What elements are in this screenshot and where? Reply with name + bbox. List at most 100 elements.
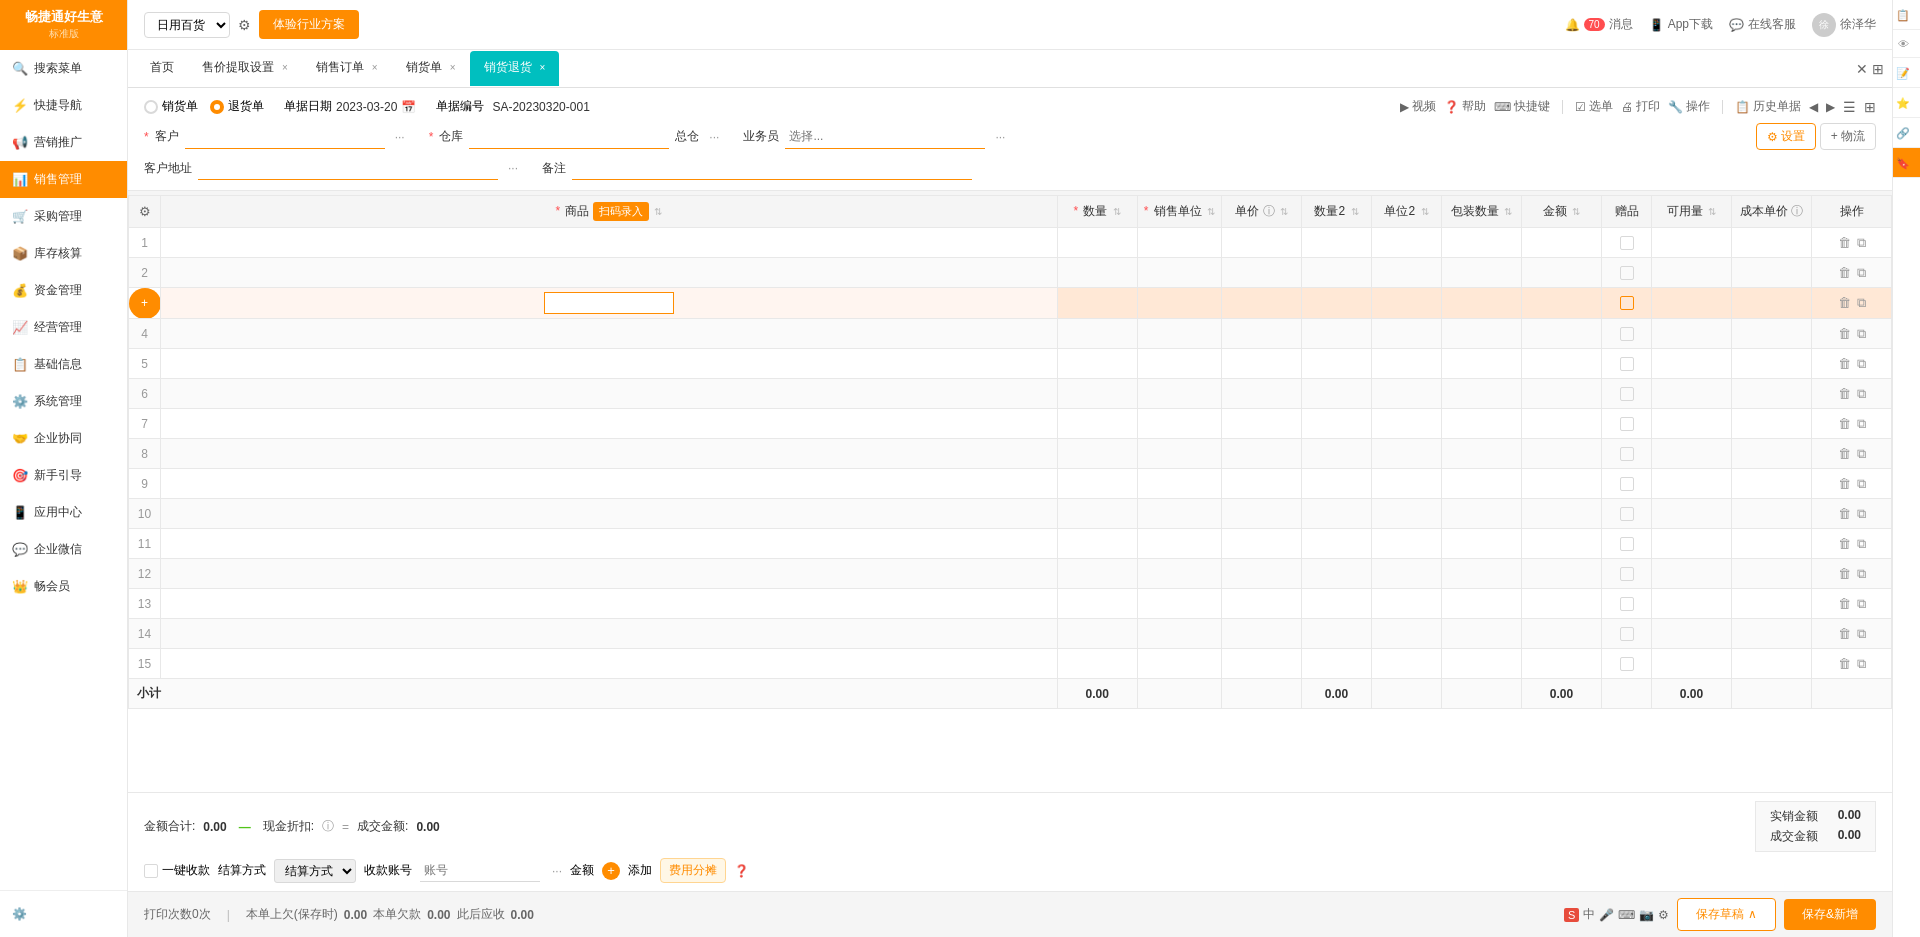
address-input[interactable] xyxy=(198,156,498,180)
delete-icon[interactable]: 🗑 xyxy=(1838,566,1851,582)
add-payment-btn[interactable]: + xyxy=(602,862,620,880)
qty-sort-icon[interactable]: ⇅ xyxy=(1113,206,1121,217)
sidebar-item-operations[interactable]: 📈 经营管理 xyxy=(0,309,127,346)
copy-icon[interactable]: ⧉ xyxy=(1857,356,1866,372)
tab-sale-order[interactable]: 销售订单 × xyxy=(302,51,392,86)
warehouse-more-icon[interactable]: ··· xyxy=(709,130,719,144)
copy-row-2-icon[interactable]: ⧉ xyxy=(1857,265,1866,281)
unit2-cell-3[interactable] xyxy=(1372,288,1442,319)
fee-split-btn[interactable]: 费用分摊 xyxy=(660,858,726,883)
select-btn[interactable]: ☑ 选单 xyxy=(1575,98,1613,115)
delete-icon[interactable]: 🗑 xyxy=(1838,326,1851,342)
delete-icon[interactable]: 🗑 xyxy=(1838,386,1851,402)
tab-sale-return[interactable]: 销货退货 × xyxy=(470,51,560,86)
next-btn[interactable]: ▶ xyxy=(1826,100,1835,114)
address-more-icon[interactable]: ··· xyxy=(508,161,518,175)
pkg-qty-cell-3[interactable] xyxy=(1442,288,1522,319)
copy-icon[interactable]: ⧉ xyxy=(1857,446,1866,462)
qty2-cell-1[interactable] xyxy=(1302,228,1372,258)
gift-cb[interactable] xyxy=(1620,477,1634,491)
gift-cb[interactable] xyxy=(1620,327,1634,341)
gift-cb[interactable] xyxy=(1620,417,1634,431)
qty-cell-3[interactable] xyxy=(1057,288,1137,319)
prev-btn[interactable]: ◀ xyxy=(1809,100,1818,114)
qty-cell-2[interactable] xyxy=(1057,258,1137,288)
rp-btn-2[interactable]: 👁 xyxy=(1893,30,1920,58)
delete-row-3-icon[interactable]: 🗑 xyxy=(1838,295,1851,311)
qty2-cell-3[interactable] xyxy=(1302,288,1372,319)
delete-icon[interactable]: 🗑 xyxy=(1838,446,1851,462)
delete-icon[interactable]: 🗑 xyxy=(1838,476,1851,492)
history-btn[interactable]: 📋 历史单据 xyxy=(1735,98,1801,115)
sale-unit-sort-icon[interactable]: ⇅ xyxy=(1207,206,1215,217)
sale-unit-cell-1[interactable] xyxy=(1137,228,1221,258)
gift-cb[interactable] xyxy=(1620,357,1634,371)
gift-cb[interactable] xyxy=(1620,657,1634,671)
experience-btn[interactable]: 体验行业方案 xyxy=(259,10,359,39)
copy-icon[interactable]: ⧉ xyxy=(1857,416,1866,432)
unit2-cell-2[interactable] xyxy=(1372,258,1442,288)
available-cell-3[interactable] xyxy=(1652,288,1732,319)
pkg-qty-cell-2[interactable] xyxy=(1442,258,1522,288)
delete-icon[interactable]: 🗑 xyxy=(1838,536,1851,552)
sidebar-item-apps[interactable]: 📱 应用中心 xyxy=(0,494,127,531)
tab-sale-delivery-close[interactable]: × xyxy=(450,62,456,73)
cash-discount-info-icon[interactable]: ⓘ xyxy=(322,818,334,835)
add-row-icon[interactable]: + xyxy=(141,296,148,310)
tab-sale-price-close[interactable]: × xyxy=(282,62,288,73)
scan-btn[interactable]: 扫码录入 xyxy=(593,202,649,221)
radio-sale[interactable]: 销货单 xyxy=(144,98,198,115)
product-sort-icon[interactable]: ⇅ xyxy=(654,206,662,217)
delete-icon[interactable]: 🗑 xyxy=(1838,356,1851,372)
gift-checkbox-3[interactable] xyxy=(1620,296,1634,310)
tab-home[interactable]: 首页 xyxy=(136,51,188,86)
copy-icon[interactable]: ⧉ xyxy=(1857,626,1866,642)
unit-price-info-icon[interactable]: ⓘ xyxy=(1263,204,1275,218)
rp-btn-4[interactable]: ⭐ xyxy=(1893,88,1920,118)
notification-btn[interactable]: 🔔 70 消息 xyxy=(1565,16,1633,33)
sidebar-item-purchase[interactable]: 🛒 采购管理 xyxy=(0,198,127,235)
grid-view-icon[interactable]: ⊞ xyxy=(1864,99,1876,115)
gift-checkbox-1[interactable] xyxy=(1620,236,1634,250)
customer-input[interactable] xyxy=(185,125,385,149)
sale-unit-cell-2[interactable] xyxy=(1137,258,1221,288)
copy-icon[interactable]: ⧉ xyxy=(1857,656,1866,672)
gift-cell-3[interactable] xyxy=(1602,288,1652,319)
unit2-cell-1[interactable] xyxy=(1372,228,1442,258)
operate-btn[interactable]: 🔧 操作 xyxy=(1668,98,1710,115)
online-service-btn[interactable]: 💬 在线客服 xyxy=(1729,16,1796,33)
sidebar-item-finance[interactable]: 💰 资金管理 xyxy=(0,272,127,309)
pkg-qty-sort-icon[interactable]: ⇅ xyxy=(1504,206,1512,217)
app-download-btn[interactable]: 📱 App下载 xyxy=(1649,16,1713,33)
sidebar-item-guide[interactable]: 🎯 新手引导 xyxy=(0,457,127,494)
help-btn[interactable]: ❓ 帮助 xyxy=(1444,98,1486,115)
product-cell-1[interactable] xyxy=(161,228,1058,258)
delete-icon[interactable]: 🗑 xyxy=(1838,626,1851,642)
calc-method-select[interactable]: 结算方式 xyxy=(274,859,356,883)
rp-btn-5[interactable]: 🔗 xyxy=(1893,118,1920,148)
note-input[interactable] xyxy=(572,156,972,180)
amount-cell-1[interactable] xyxy=(1522,228,1602,258)
copy-icon[interactable]: ⧉ xyxy=(1857,326,1866,342)
tab-grid-view-btn[interactable]: ⊞ xyxy=(1872,61,1884,77)
amount-cell-2[interactable] xyxy=(1522,258,1602,288)
gift-cb[interactable] xyxy=(1620,597,1634,611)
copy-icon[interactable]: ⧉ xyxy=(1857,476,1866,492)
delete-icon[interactable]: 🗑 xyxy=(1838,596,1851,612)
category-select[interactable]: 日用百货 xyxy=(144,12,230,38)
user-info[interactable]: 徐 徐泽华 xyxy=(1812,13,1876,37)
sidebar-item-wechat[interactable]: 💬 企业微信 xyxy=(0,531,127,568)
date-value[interactable]: 2023-03-20 xyxy=(336,100,397,114)
settings-side-btn[interactable]: ⚙ 设置 xyxy=(1756,123,1816,150)
radio-return[interactable]: 退货单 xyxy=(210,98,264,115)
topbar-gear-icon[interactable]: ⚙ xyxy=(238,17,251,33)
copy-icon[interactable]: ⧉ xyxy=(1857,596,1866,612)
rp-btn-6[interactable]: 🔖 xyxy=(1893,148,1920,178)
customer-more-icon[interactable]: ··· xyxy=(395,130,405,144)
available-cell-1[interactable] xyxy=(1652,228,1732,258)
shortcut-btn[interactable]: ⌨ 快捷键 xyxy=(1494,98,1550,115)
gift-cell-2[interactable] xyxy=(1602,258,1652,288)
gift-cb[interactable] xyxy=(1620,387,1634,401)
copy-icon[interactable]: ⧉ xyxy=(1857,566,1866,582)
delete-icon[interactable]: 🗑 xyxy=(1838,656,1851,672)
